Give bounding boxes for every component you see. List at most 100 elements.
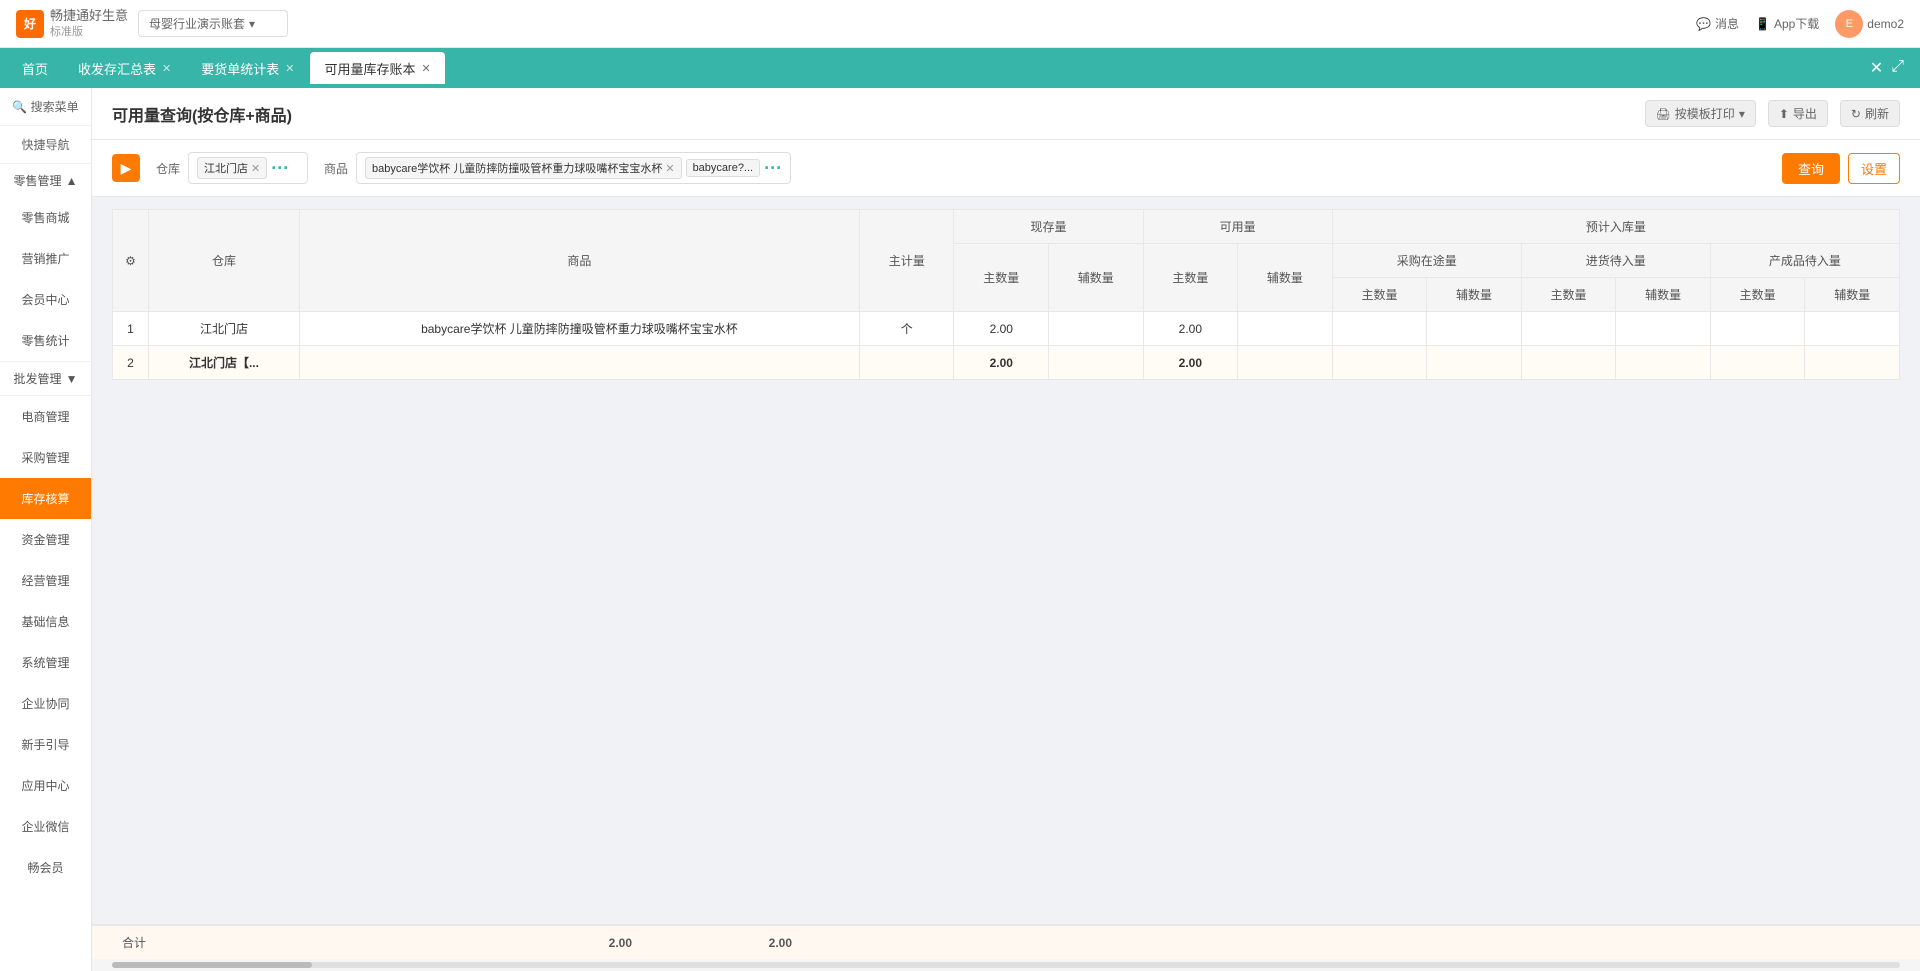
tab-receive-summary[interactable]: 收发存汇总表 ✕ <box>64 52 185 84</box>
td-inbound-pending-qty <box>1521 312 1616 346</box>
inventory-label: 库存核算 <box>21 490 69 507</box>
scrollbar-container[interactable] <box>92 959 1920 971</box>
warehouse-tag-close[interactable]: ✕ <box>251 162 260 175</box>
td-product-subtotal <box>299 346 859 380</box>
template-print-button[interactable]: 🖨 按模板打印 ▾ <box>1645 100 1756 127</box>
th-settings-icon[interactable]: ⚙ <box>113 210 149 312</box>
sidebar-item-wholesale-mgmt[interactable]: 批发管理 ▼ <box>0 362 91 395</box>
refresh-label: 刷新 <box>1865 105 1889 122</box>
product-tag-2-text: babycare?... <box>693 162 754 174</box>
warehouse-tag: 江北门店 ✕ <box>197 157 267 179</box>
td-finished-pending-aux <box>1805 312 1900 346</box>
tab-close-icon[interactable]: ✕ <box>422 62 431 75</box>
industry-selector[interactable]: 母婴行业演示账套 ▾ <box>138 10 288 37</box>
sidebar-item-wechat[interactable]: 企业微信 <box>0 806 91 847</box>
table-row: 2 江北门店【... 2.00 2.00 <box>113 346 1900 380</box>
product-more-icon[interactable]: ··· <box>764 158 782 179</box>
arrow-up-icon: ▲ <box>66 174 78 188</box>
expand-icon[interactable]: ⤢ <box>1891 58 1904 78</box>
th-finished-pending-qty: 主数量 <box>1710 278 1805 312</box>
td-row-num: 1 <box>113 312 149 346</box>
settings-button[interactable]: 设置 <box>1848 153 1900 184</box>
tab-home[interactable]: 首页 <box>8 52 62 84</box>
sidebar-item-retail-store[interactable]: 零售商城 <box>0 197 91 238</box>
sidebar-item-member[interactable]: 畅会员 <box>0 847 91 888</box>
finance-label: 资金管理 <box>21 531 69 548</box>
purchase-label: 采购管理 <box>21 449 69 466</box>
tab-available-stock-label: 可用量库存账本 <box>324 59 415 78</box>
export-label: 导出 <box>1793 105 1817 122</box>
export-button[interactable]: ⬆ 导出 <box>1768 100 1828 127</box>
app-center-label: 应用中心 <box>21 777 69 794</box>
sidebar-item-new-guide[interactable]: 新手引导 <box>0 724 91 765</box>
tab-order-stats-label: 要货单统计表 <box>201 59 279 78</box>
th-finished-pending-aux: 辅数量 <box>1805 278 1900 312</box>
user-profile[interactable]: E demo2 <box>1835 10 1904 38</box>
query-button[interactable]: 查询 <box>1782 153 1840 184</box>
sidebar-item-system-mgmt[interactable]: 系统管理 <box>0 642 91 683</box>
sidebar-item-marketing[interactable]: 营销推广 <box>0 238 91 279</box>
search-label: 搜索菜单 <box>31 100 79 114</box>
tab-order-stats[interactable]: 要货单统计表 ✕ <box>187 52 308 84</box>
filter-toggle-button[interactable]: ▶ <box>112 154 140 182</box>
template-print-label: 按模板打印 <box>1675 105 1735 122</box>
sidebar-quick-nav[interactable]: 快捷导航 <box>0 126 91 164</box>
td-row-num: 2 <box>113 346 149 380</box>
warehouse-input[interactable]: 江北门店 ✕ ··· <box>188 152 308 184</box>
sidebar-search[interactable]: 🔍 搜索菜单 <box>0 88 91 126</box>
sidebar-item-member-center[interactable]: 会员中心 <box>0 279 91 320</box>
sidebar-item-inventory[interactable]: 库存核算 <box>0 478 91 519</box>
tab-receive-summary-label: 收发存汇总表 <box>78 59 156 78</box>
logo-text-block: 畅捷通好生意 标准版 <box>50 8 128 40</box>
gear-icon: ⚙ <box>125 254 136 268</box>
td-stock-aux <box>1049 312 1144 346</box>
close-tab-icon[interactable]: ✕ <box>1870 58 1883 78</box>
th-current-stock: 现存量 <box>954 210 1143 244</box>
scrollbar-track[interactable] <box>112 962 1900 968</box>
page-title: 可用量查询(按仓库+商品) <box>112 102 292 138</box>
tab-close-icon[interactable]: ✕ <box>285 62 294 75</box>
refresh-button[interactable]: ↻ 刷新 <box>1840 100 1900 127</box>
td-stock-qty: 2.00 <box>954 312 1049 346</box>
th-stock-aux: 辅数量 <box>1049 244 1144 312</box>
table-container[interactable]: ⚙ 仓库 商品 主计量 现存量 可用量 预计入库量 主数量 辅数量 主数量 辅数… <box>92 197 1920 924</box>
sidebar-item-ecommerce[interactable]: 电商管理 <box>0 396 91 437</box>
tab-close-icon[interactable]: ✕ <box>162 62 171 75</box>
warehouse-more-icon[interactable]: ··· <box>271 158 289 179</box>
sidebar-item-operations[interactable]: 经营管理 <box>0 560 91 601</box>
summary-label: 合计 <box>112 934 292 951</box>
td-avail-aux-subtotal <box>1238 346 1333 380</box>
th-inbound-pending: 进货待入量 <box>1521 244 1710 278</box>
app-download-button[interactable]: 📱 App下载 <box>1755 15 1819 32</box>
th-inbound-pending-qty: 主数量 <box>1521 278 1616 312</box>
sidebar-item-enterprise[interactable]: 企业协同 <box>0 683 91 724</box>
th-available: 可用量 <box>1143 210 1332 244</box>
logo-subtext: 标准版 <box>50 23 128 39</box>
sidebar-item-retail-mgmt[interactable]: 零售管理 ▲ <box>0 164 91 197</box>
sidebar-item-app-center[interactable]: 应用中心 <box>0 765 91 806</box>
th-avail-qty: 主数量 <box>1143 244 1238 312</box>
sidebar-section-wholesale: 批发管理 ▼ <box>0 362 91 396</box>
main-layout: 🔍 搜索菜单 快捷导航 零售管理 ▲ 零售商城 营销推广 会员中心 零售统计 <box>0 88 1920 971</box>
product-input[interactable]: babycare学饮杯 儿童防摔防撞吸管杯重力球吸嘴杯宝宝水杯 ✕ babyca… <box>356 152 791 184</box>
sidebar-item-basic-info[interactable]: 基础信息 <box>0 601 91 642</box>
logo-area: 好 畅捷通好生意 标准版 <box>16 8 128 40</box>
th-warehouse: 仓库 <box>149 210 300 312</box>
product-tag-1-close[interactable]: ✕ <box>665 162 674 175</box>
member-label: 畅会员 <box>27 859 63 876</box>
sidebar-item-purchase[interactable]: 采购管理 <box>0 437 91 478</box>
warehouse-filter: 仓库 江北门店 ✕ ··· <box>156 152 308 184</box>
filter-actions: 查询 设置 <box>1782 153 1900 184</box>
search-icon: 🔍 <box>12 100 27 114</box>
ecommerce-label: 电商管理 <box>21 408 69 425</box>
export-icon: ⬆ <box>1779 107 1789 121</box>
sidebar-item-finance[interactable]: 资金管理 <box>0 519 91 560</box>
message-button[interactable]: 💬 消息 <box>1696 15 1739 32</box>
tab-available-stock[interactable]: 可用量库存账本 ✕ <box>310 52 444 84</box>
th-purchase-trans-qty: 主数量 <box>1332 278 1427 312</box>
th-unit: 主计量 <box>859 210 954 312</box>
sidebar-item-retail-stats[interactable]: 零售统计 <box>0 320 91 361</box>
scrollbar-thumb[interactable] <box>112 962 312 968</box>
td-purchase-trans-aux <box>1427 312 1522 346</box>
td-unit: 个 <box>859 312 954 346</box>
